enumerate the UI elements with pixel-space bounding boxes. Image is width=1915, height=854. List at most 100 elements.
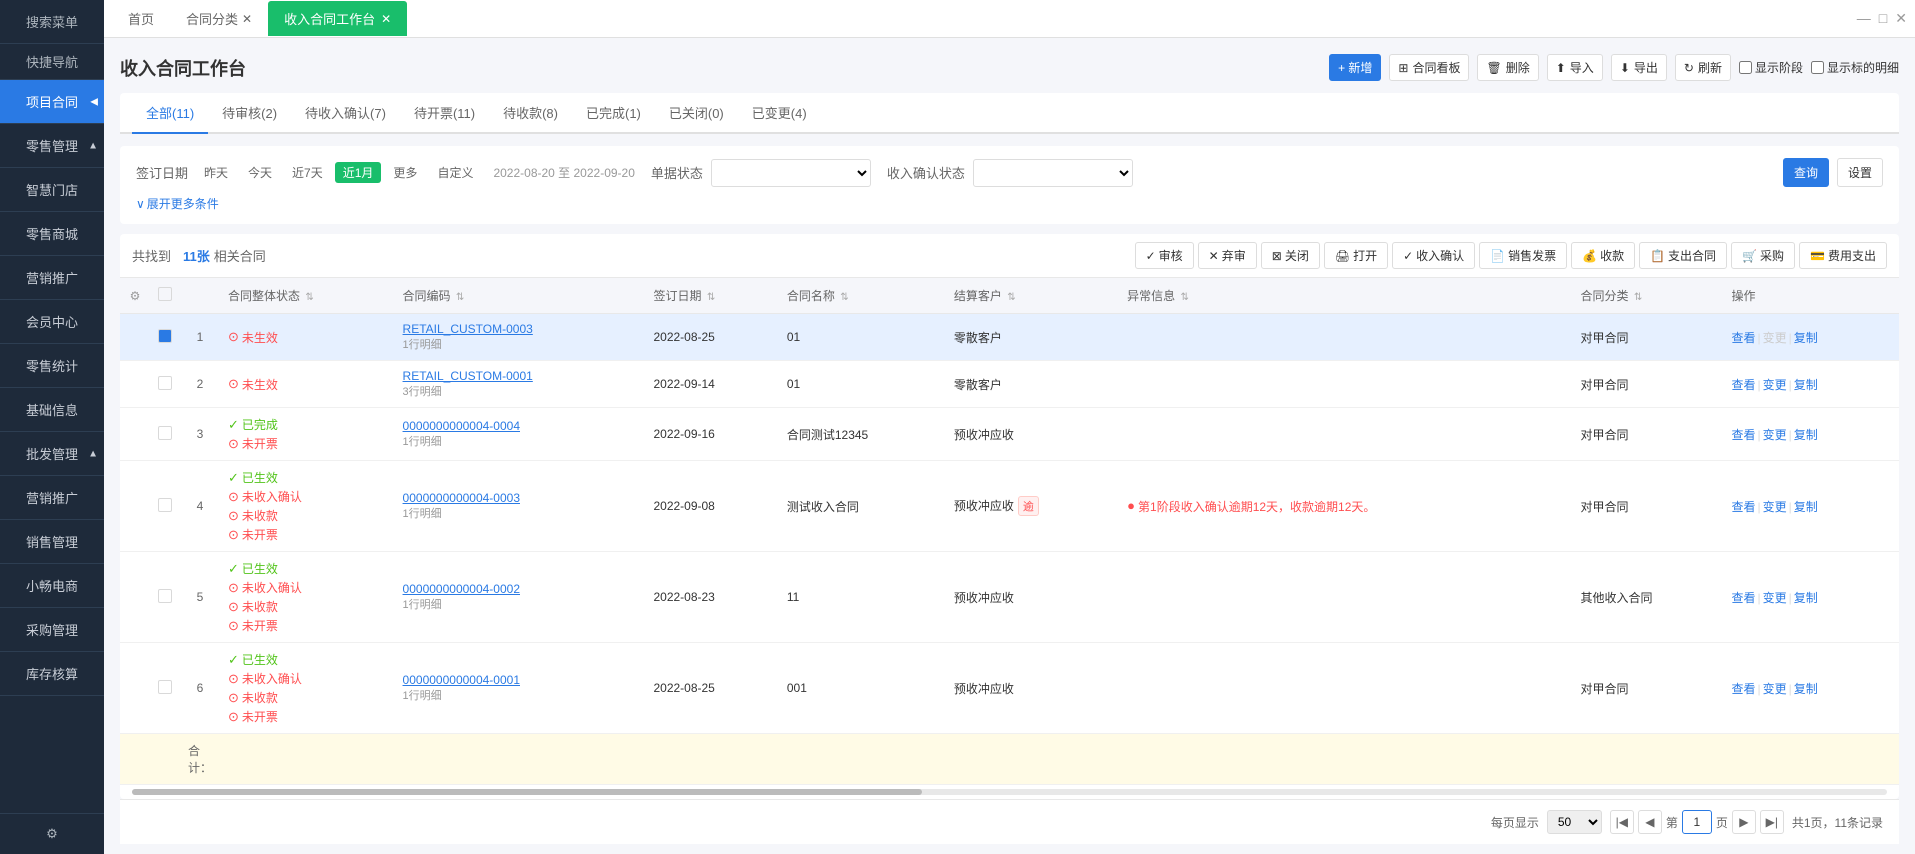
sidebar-item-marketing[interactable]: 营销推广 [0, 256, 104, 300]
sidebar-item-purchase[interactable]: 采购管理 [0, 608, 104, 652]
new-btn[interactable]: + 新增 [1329, 54, 1381, 81]
col-abnormal-info[interactable]: 异常信息 ⇅ [1119, 278, 1572, 314]
date-opt-last7[interactable]: 近7天 [284, 162, 331, 183]
date-opt-last1month[interactable]: 近1月 [335, 162, 382, 183]
current-page-input[interactable]: 1 [1682, 810, 1712, 834]
first-page-btn[interactable]: |◀ [1610, 810, 1634, 834]
expand-conditions-btn[interactable]: ∨ 展开更多条件 [136, 195, 1883, 212]
refresh-btn[interactable]: ↻ 刷新 [1675, 54, 1731, 81]
tab-home[interactable]: 首页 [112, 1, 170, 36]
close-btn[interactable]: ✕ [1895, 10, 1907, 27]
sidebar-search[interactable]: 搜索菜单 [0, 0, 104, 44]
sidebar-item-retail-mall[interactable]: 零售商城 [0, 212, 104, 256]
delete-btn[interactable]: 🗑 删除 [1477, 54, 1538, 81]
sidebar-settings[interactable]: ⚙ [0, 813, 104, 854]
sidebar-item-sales-mgmt[interactable]: 销售管理 [0, 520, 104, 564]
col-settlement-customer[interactable]: 结算客户 ⇅ [946, 278, 1119, 314]
prev-page-btn[interactable]: ◀ [1638, 810, 1662, 834]
row-checkbox[interactable] [158, 498, 172, 512]
sidebar-item-retail-mgmt[interactable]: 零售管理 ▲ [0, 124, 104, 168]
contract-code-link[interactable]: 0000000000004-0001 [403, 673, 638, 687]
minimize-btn[interactable]: — [1857, 10, 1871, 27]
close-action-btn[interactable]: ⊠ 关闭 [1261, 242, 1320, 269]
col-contract-code[interactable]: 合同编码 ⇅ [395, 278, 646, 314]
tab-close-income-workbench[interactable]: ✕ [381, 12, 391, 26]
op-查看[interactable]: 查看 [1731, 378, 1755, 392]
sidebar-item-smart-store[interactable]: 智慧门店 [0, 168, 104, 212]
col-contract-name[interactable]: 合同名称 ⇅ [779, 278, 946, 314]
op-查看[interactable]: 查看 [1731, 428, 1755, 442]
collection-action-btn[interactable]: 💰 收款 [1571, 242, 1635, 269]
op-复制[interactable]: 复制 [1794, 428, 1818, 442]
last-page-btn[interactable]: ▶| [1760, 810, 1784, 834]
row-checkbox[interactable] [158, 426, 172, 440]
op-复制[interactable]: 复制 [1794, 500, 1818, 514]
filter-tab-completed[interactable]: 已完成(1) [572, 93, 655, 134]
doc-status-select[interactable] [711, 159, 871, 187]
op-变更[interactable]: 变更 [1763, 500, 1787, 514]
sidebar-item-member[interactable]: 会员中心 [0, 300, 104, 344]
sidebar-nav[interactable]: 快捷导航 [0, 44, 104, 80]
tab-contract-cat[interactable]: 合同分类 ✕ [170, 1, 268, 36]
date-opt-yesterday[interactable]: 昨天 [196, 162, 236, 183]
sidebar-item-ec[interactable]: 小畅电商 [0, 564, 104, 608]
print-action-btn[interactable]: 🖨 打开 [1324, 242, 1388, 269]
op-变更[interactable]: 变更 [1763, 428, 1787, 442]
op-查看[interactable]: 查看 [1731, 591, 1755, 605]
filter-tab-pending-confirm[interactable]: 待收入确认(7) [291, 93, 400, 134]
contract-code-link[interactable]: RETAIL_CUSTOM-0003 [403, 322, 638, 336]
export-btn[interactable]: ⬇ 导出 [1611, 54, 1667, 81]
date-opt-today[interactable]: 今天 [240, 162, 280, 183]
col-settings[interactable]: ⚙ [120, 278, 150, 314]
tab-close-contract-cat[interactable]: ✕ [242, 12, 252, 26]
tab-income-workbench[interactable]: 收入合同工作台 ✕ [268, 1, 407, 36]
maximize-btn[interactable]: □ [1879, 10, 1887, 27]
contract-board-btn[interactable]: ⊞ 合同看板 [1389, 54, 1469, 81]
contract-code-link[interactable]: RETAIL_CUSTOM-0001 [403, 369, 638, 383]
row-checkbox[interactable] [158, 680, 172, 694]
contract-code-link[interactable]: 0000000000004-0003 [403, 491, 638, 505]
filter-tab-pending-review[interactable]: 待审核(2) [208, 93, 291, 134]
income-confirm-action-btn[interactable]: ✓ 收入确认 [1392, 242, 1475, 269]
expense-action-btn[interactable]: 💳 费用支出 [1799, 242, 1887, 269]
col-sign-date[interactable]: 签订日期 ⇅ [645, 278, 778, 314]
op-复制[interactable]: 复制 [1794, 591, 1818, 605]
income-confirm-select[interactable] [973, 159, 1133, 187]
filter-tab-all[interactable]: 全部(11) [132, 93, 208, 134]
date-opt-more[interactable]: 更多 [385, 162, 425, 183]
sidebar-item-inventory[interactable]: 库存核算 [0, 652, 104, 696]
op-变更[interactable]: 变更 [1763, 591, 1787, 605]
row-checkbox[interactable] [158, 589, 172, 603]
op-变更[interactable]: 变更 [1763, 331, 1787, 345]
filter-tab-changed[interactable]: 已变更(4) [738, 93, 821, 134]
select-all-checkbox[interactable] [158, 287, 172, 301]
op-变更[interactable]: 变更 [1763, 378, 1787, 392]
date-opt-custom[interactable]: 自定义 [429, 162, 481, 183]
purchase-action-btn[interactable]: 🛒 采购 [1731, 242, 1795, 269]
show-fields-checkbox[interactable] [1739, 61, 1752, 74]
sidebar-item-marketing2[interactable]: 营销推广 [0, 476, 104, 520]
settings-btn[interactable]: 设置 [1837, 158, 1883, 187]
sales-invoice-action-btn[interactable]: 📄 销售发票 [1479, 242, 1567, 269]
op-查看[interactable]: 查看 [1731, 682, 1755, 696]
op-复制[interactable]: 复制 [1794, 378, 1818, 392]
op-变更[interactable]: 变更 [1763, 682, 1787, 696]
sidebar-item-base-info[interactable]: 基础信息 [0, 388, 104, 432]
scroll-thumb[interactable] [132, 789, 922, 795]
contract-code-link[interactable]: 0000000000004-0002 [403, 582, 638, 596]
page-size-select[interactable]: 50 10 20 100 [1547, 810, 1602, 834]
sidebar-item-project[interactable]: 项目合同 ◀ [0, 80, 104, 124]
op-复制[interactable]: 复制 [1794, 331, 1818, 345]
op-复制[interactable]: 复制 [1794, 682, 1818, 696]
filter-tab-pending-collection[interactable]: 待收款(8) [489, 93, 572, 134]
review-action-btn[interactable]: ✓ 审核 [1135, 242, 1194, 269]
sidebar-item-batch-mgmt[interactable]: 批发管理 ▲ [0, 432, 104, 476]
contract-code-link[interactable]: 0000000000004-0004 [403, 419, 638, 433]
col-contract-type[interactable]: 合同分类 ⇅ [1572, 278, 1723, 314]
sidebar-item-retail-stat[interactable]: 零售统计 [0, 344, 104, 388]
row-checkbox[interactable] [158, 329, 172, 343]
abandon-action-btn[interactable]: ✕ 弃审 [1198, 242, 1257, 269]
query-btn[interactable]: 查询 [1783, 158, 1829, 187]
horizontal-scrollbar[interactable] [132, 789, 1887, 795]
show-detail-checkbox[interactable] [1811, 61, 1824, 74]
